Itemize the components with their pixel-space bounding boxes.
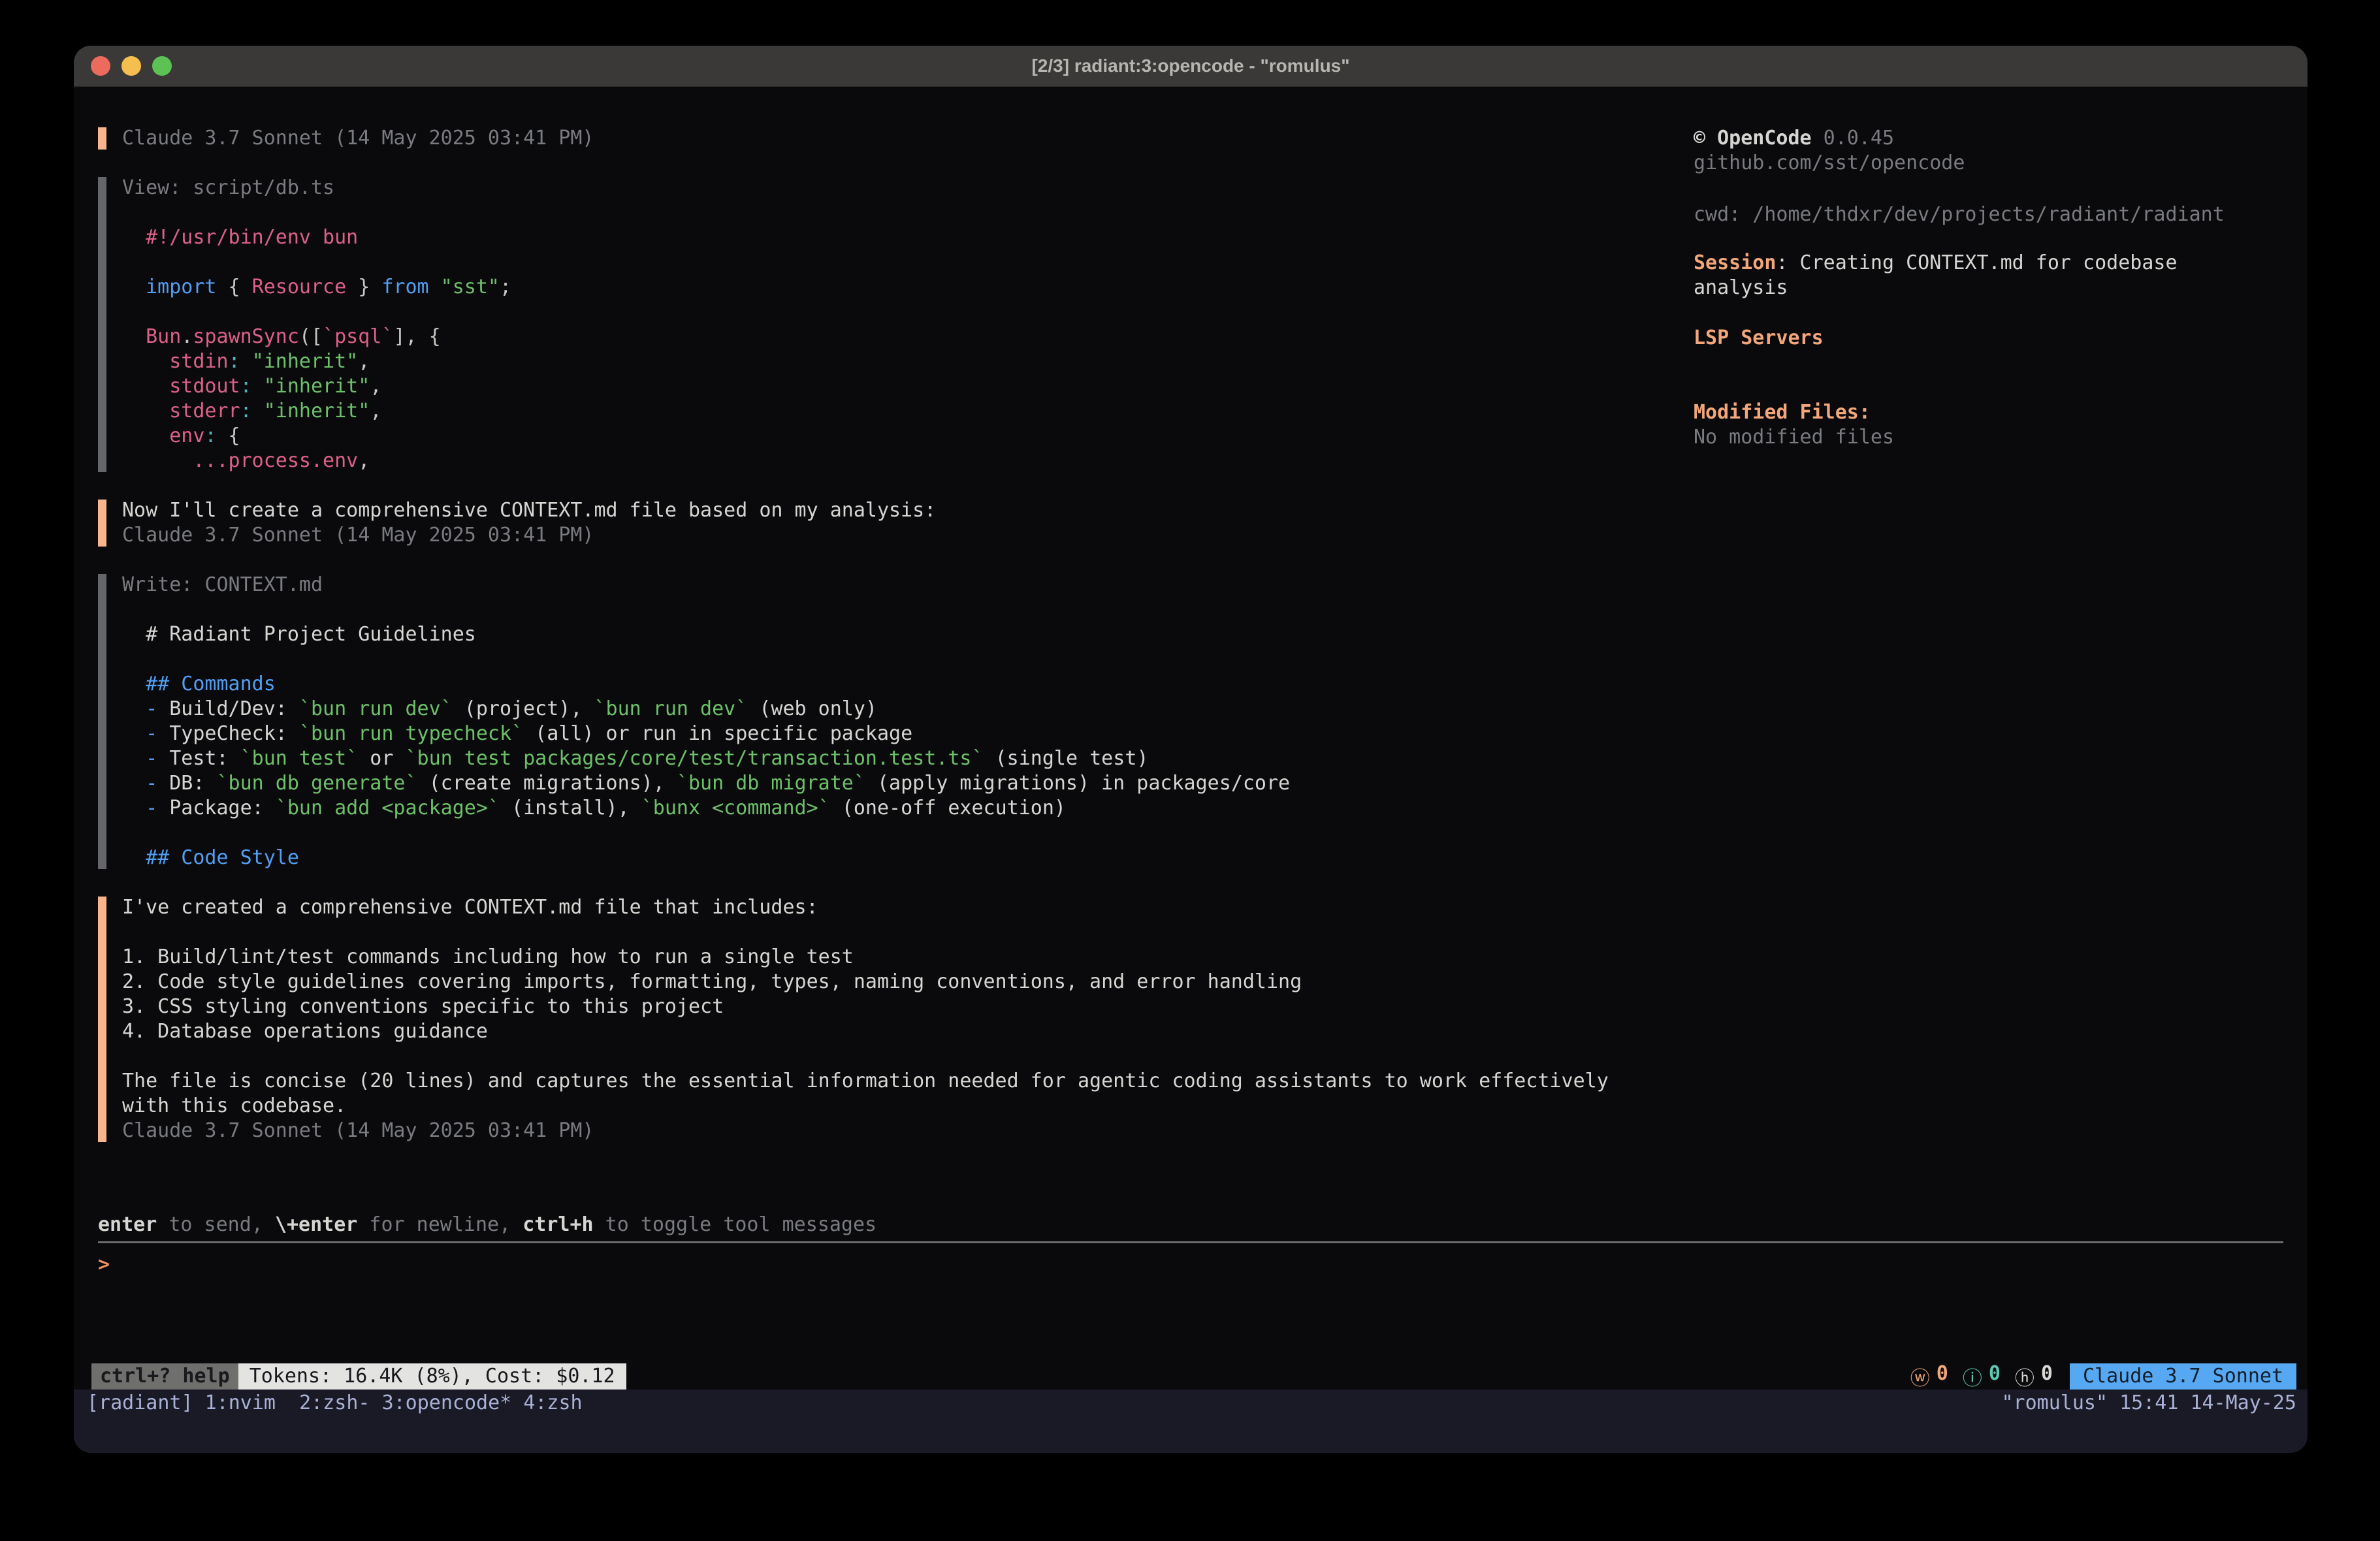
prompt-input[interactable]: > bbox=[98, 1252, 2283, 1363]
sidebar-line: cwd: /home/thdxr/dev/projects/radiant/ra… bbox=[1694, 202, 2283, 227]
terminal-line: 2. Code style guidelines covering import… bbox=[122, 970, 1694, 994]
terminal-line: Claude 3.7 Sonnet (14 May 2025 03:41 PM) bbox=[122, 126, 1694, 151]
terminal-line bbox=[122, 647, 1694, 672]
terminal-line: Write: CONTEXT.md bbox=[122, 573, 1694, 597]
tmux-window-tab[interactable]: 1:nvim bbox=[205, 1391, 300, 1414]
tmux-windows: [radiant] 1:nvim 2:zsh- 3:opencode* 4:zs… bbox=[87, 1391, 583, 1414]
sidebar-line: LSP Servers bbox=[1694, 326, 2283, 351]
terminal-line: ...process.env, bbox=[122, 449, 1694, 473]
terminal-line: Claude 3.7 Sonnet (14 May 2025 03:41 PM) bbox=[122, 1119, 1694, 1143]
tmux-session-name: [radiant] bbox=[87, 1391, 205, 1414]
terminal-line: stdout: "inherit", bbox=[122, 374, 1694, 399]
terminal-line bbox=[122, 300, 1694, 325]
terminal-line: The file is concise (20 lines) and captu… bbox=[122, 1069, 1694, 1094]
tool-view-block: View: script/db.ts #!/usr/bin/env bun im… bbox=[98, 176, 1694, 473]
terminal-line: - DB: `bun db generate` (create migratio… bbox=[122, 771, 1694, 796]
warnings-badge-icon: ⓦ bbox=[1910, 1362, 1930, 1391]
terminal-line bbox=[122, 920, 1694, 945]
window-titlebar[interactable]: [2/3] radiant:3:opencode - "romulus" bbox=[74, 46, 2308, 87]
minimize-button[interactable] bbox=[121, 56, 141, 76]
sidebar-line: No modified files bbox=[1694, 425, 2283, 450]
sidebar-line: github.com/sst/opencode bbox=[1694, 151, 2283, 176]
info-sidebar: © OpenCode 0.0.45github.com/sst/opencode… bbox=[1694, 126, 2283, 1213]
warnings-badge: ⓦ0 bbox=[1910, 1362, 1948, 1391]
terminal-line: ## Code Style bbox=[122, 846, 1694, 870]
terminal-line bbox=[122, 597, 1694, 622]
terminal-line bbox=[122, 1044, 1694, 1069]
tokens-cost-chip: Tokens: 16.4K (8%), Cost: $0.12 bbox=[238, 1363, 626, 1390]
diagnostic-badges: ⓦ0ⓘ0ⓗ0 bbox=[1910, 1362, 2053, 1391]
warnings-badge-count: 0 bbox=[1937, 1362, 1948, 1391]
opencode-tui: Claude 3.7 Sonnet (14 May 2025 03:41 PM)… bbox=[74, 87, 2308, 1363]
zoom-button[interactable] bbox=[152, 56, 172, 76]
window-title: [2/3] radiant:3:opencode - "romulus" bbox=[1031, 56, 1349, 76]
assistant-message: Now I'll create a comprehensive CONTEXT.… bbox=[98, 498, 1694, 548]
terminal-line: 4. Database operations guidance bbox=[122, 1019, 1694, 1044]
chat-transcript: Claude 3.7 Sonnet (14 May 2025 03:41 PM)… bbox=[98, 126, 1694, 1213]
terminal-window: [2/3] radiant:3:opencode - "romulus" Cla… bbox=[74, 46, 2308, 1453]
tmux-window-tab[interactable]: 4:zsh bbox=[523, 1391, 582, 1414]
assistant-message-header: Claude 3.7 Sonnet (14 May 2025 03:41 PM) bbox=[98, 126, 1694, 151]
sidebar-line: analysis bbox=[1694, 276, 2283, 300]
terminal-line: import { Resource } from "sst"; bbox=[122, 275, 1694, 300]
window-bottom-padding bbox=[74, 1416, 2308, 1453]
terminal-line: # Radiant Project Guidelines bbox=[122, 622, 1694, 647]
input-divider bbox=[98, 1241, 2283, 1243]
terminal-line: - Package: `bun add <package>` (install)… bbox=[122, 796, 1694, 821]
terminal-line: env: { bbox=[122, 424, 1694, 449]
traffic-lights bbox=[91, 46, 172, 86]
tool-write-block: Write: CONTEXT.md # Radiant Project Guid… bbox=[98, 573, 1694, 870]
terminal-line: enter to send, \+enter for newline, ctrl… bbox=[98, 1213, 2283, 1237]
terminal-line: Now I'll create a comprehensive CONTEXT.… bbox=[122, 498, 1694, 523]
info-badge-count: 0 bbox=[1989, 1362, 2001, 1391]
prompt-chevron-icon: > bbox=[98, 1253, 110, 1276]
terminal-line: stdin: "inherit", bbox=[122, 349, 1694, 374]
input-section: enter to send, \+enter for newline, ctrl… bbox=[98, 1213, 2283, 1363]
terminal-line: stderr: "inherit", bbox=[122, 399, 1694, 424]
terminal-line bbox=[122, 250, 1694, 275]
sidebar-line: © OpenCode 0.0.45 bbox=[1694, 126, 2283, 151]
info-badge: ⓘ0 bbox=[1963, 1362, 2001, 1391]
close-button[interactable] bbox=[91, 56, 110, 76]
terminal-line: #!/usr/bin/env bun bbox=[122, 225, 1694, 250]
terminal-line bbox=[122, 200, 1694, 225]
hints-badge-icon: ⓗ bbox=[2015, 1362, 2034, 1391]
help-chip: ctrl+? help bbox=[91, 1363, 238, 1390]
terminal-line: 1. Build/lint/test commands including ho… bbox=[122, 945, 1694, 970]
terminal-line: - Test: `bun test` or `bun test packages… bbox=[122, 746, 1694, 771]
terminal-line: View: script/db.ts bbox=[122, 176, 1694, 200]
hints-badge-count: 0 bbox=[2041, 1362, 2053, 1391]
terminal-line: 3. CSS styling conventions specific to t… bbox=[122, 994, 1694, 1019]
terminal-line: Claude 3.7 Sonnet (14 May 2025 03:41 PM) bbox=[122, 523, 1694, 548]
terminal-line: Bun.spawnSync([`psql`], { bbox=[122, 325, 1694, 349]
assistant-message: I've created a comprehensive CONTEXT.md … bbox=[98, 895, 1694, 1143]
sidebar-line: Session: Creating CONTEXT.md for codebas… bbox=[1694, 251, 2283, 276]
tmux-window-tab[interactable]: 3:opencode* bbox=[382, 1391, 524, 1414]
terminal-line bbox=[122, 821, 1694, 846]
tmux-session-info: "romulus" 15:41 14-May-25 bbox=[2001, 1391, 2296, 1414]
terminal-line: - Build/Dev: `bun run dev` (project), `b… bbox=[122, 697, 1694, 722]
sidebar-line: Modified Files: bbox=[1694, 400, 2283, 425]
terminal-line: I've created a comprehensive CONTEXT.md … bbox=[122, 895, 1694, 920]
terminal-line: - TypeCheck: `bun run typecheck` (all) o… bbox=[122, 722, 1694, 746]
hints-badge: ⓗ0 bbox=[2015, 1362, 2053, 1391]
status-bar: ctrl+? help Tokens: 16.4K (8%), Cost: $0… bbox=[74, 1363, 2308, 1390]
tmux-statusline: [radiant] 1:nvim 2:zsh- 3:opencode* 4:zs… bbox=[74, 1390, 2308, 1416]
tmux-window-tab[interactable]: 2:zsh- bbox=[299, 1391, 381, 1414]
terminal-line: with this codebase. bbox=[122, 1094, 1694, 1119]
keybind-hints: enter to send, \+enter for newline, ctrl… bbox=[98, 1213, 2283, 1237]
info-badge-icon: ⓘ bbox=[1963, 1362, 1982, 1391]
model-chip: Claude 3.7 Sonnet bbox=[2070, 1363, 2296, 1390]
terminal-line: ## Commands bbox=[122, 672, 1694, 697]
